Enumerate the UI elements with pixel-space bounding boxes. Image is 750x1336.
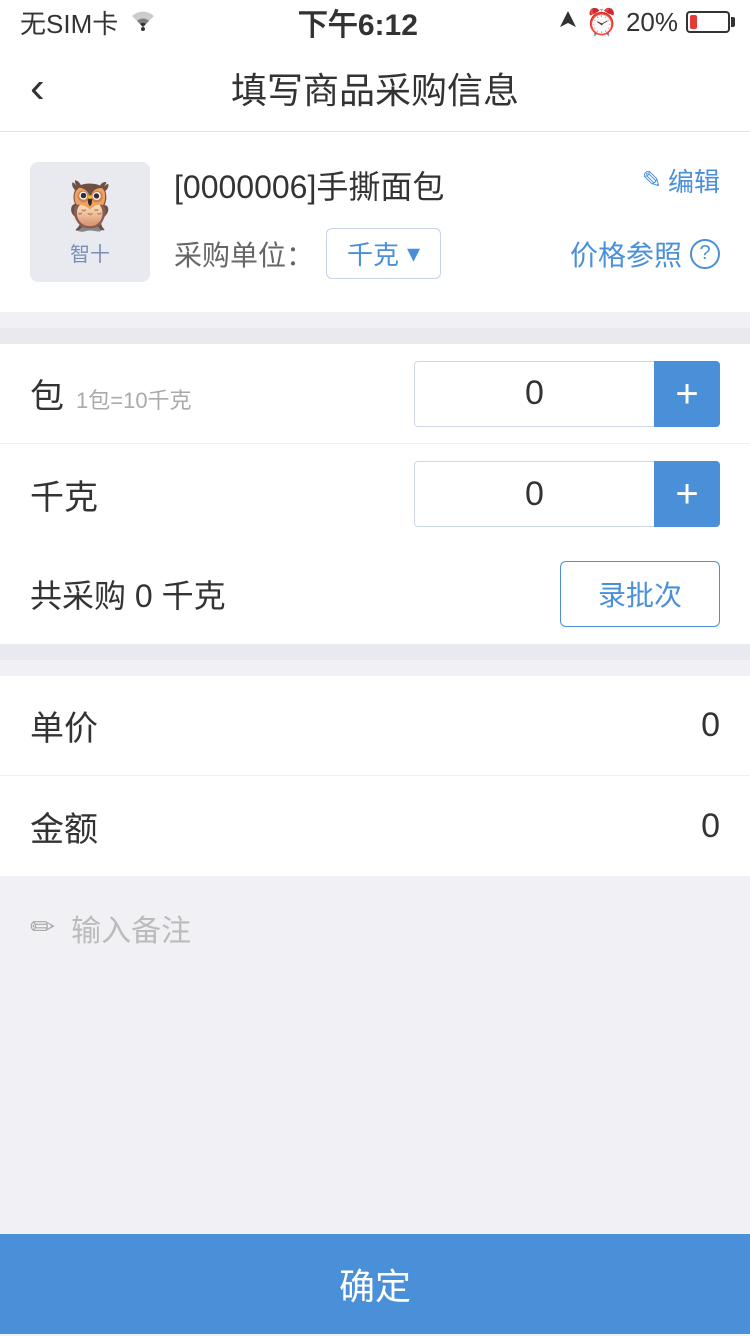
wifi-icon [128, 7, 158, 38]
unit-price-label: 单价 [30, 701, 98, 750]
kg-input[interactable] [414, 461, 654, 527]
battery-pct: 20% [626, 7, 678, 38]
bao-label-group: 包 1包=10千克 [30, 369, 192, 418]
location-icon [558, 7, 578, 38]
edit-button[interactable]: ✎ 编辑 [642, 162, 720, 199]
bao-sub: 1包=10千克 [76, 383, 192, 415]
product-name-row: [0000006]手撕面包 ✎ 编辑 [174, 162, 720, 208]
kg-control: + [414, 461, 720, 527]
price-ref-label: 价格参照 [570, 234, 682, 274]
nav-bar: ‹ 填写商品采购信息 [0, 44, 750, 132]
notes-placeholder: 输入备注 [71, 906, 191, 950]
kg-label-text: 千克 [30, 470, 98, 519]
kg-plus-button[interactable]: + [654, 461, 720, 527]
product-card: 🦉 智十 [0000006]手撕面包 ✎ 编辑 采购单位： 千克 ▾ 价格参照 [0, 132, 750, 312]
product-image: 🦉 智十 [30, 162, 150, 282]
page-title: 填写商品采购信息 [231, 62, 519, 114]
unit-select[interactable]: 千克 ▾ [326, 228, 441, 279]
confirm-label: 确定 [339, 1258, 411, 1310]
bao-control: + [414, 361, 720, 427]
amount-label: 金额 [30, 802, 98, 851]
batch-label: 录批次 [598, 574, 682, 614]
pencil-icon: ✏ [30, 910, 55, 945]
unit-label-text: 采购单位： [174, 234, 314, 274]
edit-label: 编辑 [668, 162, 720, 199]
amount-row: 金额 0 [0, 776, 750, 876]
unit-price-value: 0 [701, 706, 720, 745]
confirm-button[interactable]: 确定 [0, 1234, 750, 1334]
price-ref-button[interactable]: 价格参照 ? [570, 234, 720, 274]
bao-plus-button[interactable]: + [654, 361, 720, 427]
chevron-down-icon: ▾ [407, 238, 420, 269]
divider-2 [0, 644, 750, 660]
status-left: 无SIM卡 [20, 4, 158, 41]
kg-label: 千克 [30, 470, 98, 519]
kg-row: 千克 + [0, 444, 750, 544]
owl-icon: 🦉 [60, 177, 120, 234]
bao-row: 包 1包=10千克 + [0, 344, 750, 444]
summary-unit: 千克 [162, 578, 226, 614]
product-name: [0000006]手撕面包 [174, 162, 444, 208]
notes-section[interactable]: ✏ 输入备注 [0, 876, 750, 1236]
bao-input[interactable] [414, 361, 654, 427]
bao-label: 包 [30, 369, 64, 418]
batch-button[interactable]: 录批次 [560, 561, 720, 627]
product-title: 手撕面包 [316, 169, 444, 205]
input-section: 包 1包=10千克 + 千克 + [0, 344, 750, 544]
status-bar: 无SIM卡 下午6:12 ⏰ 20% [0, 0, 750, 44]
product-info: [0000006]手撕面包 ✎ 编辑 采购单位： 千克 ▾ 价格参照 ? [174, 162, 720, 279]
status-right: ⏰ 20% [558, 7, 730, 38]
edit-icon: ✎ [642, 166, 662, 195]
signal-text: 无SIM卡 [20, 4, 118, 41]
battery-icon [686, 11, 730, 33]
unit-price-row: 单价 0 [0, 676, 750, 776]
back-button[interactable]: ‹ [30, 66, 45, 110]
help-icon: ? [690, 239, 720, 269]
summary-label: 共采购 [30, 578, 135, 614]
divider-1 [0, 328, 750, 344]
unit-label: 采购单位： 千克 ▾ [174, 228, 441, 279]
product-id: [0000006] [174, 169, 316, 205]
summary-text: 共采购 0 千克 [30, 571, 226, 617]
summary-amount: 0 [135, 578, 162, 614]
alarm-icon: ⏰ [586, 7, 618, 38]
unit-row: 采购单位： 千克 ▾ 价格参照 ? [174, 228, 720, 279]
summary-row: 共采购 0 千克 录批次 [0, 544, 750, 644]
status-time: 下午6:12 [298, 0, 418, 44]
price-section: 单价 0 金额 0 [0, 676, 750, 876]
brand-text: 智十 [70, 238, 110, 267]
unit-value: 千克 [347, 235, 399, 272]
amount-value: 0 [701, 807, 720, 846]
